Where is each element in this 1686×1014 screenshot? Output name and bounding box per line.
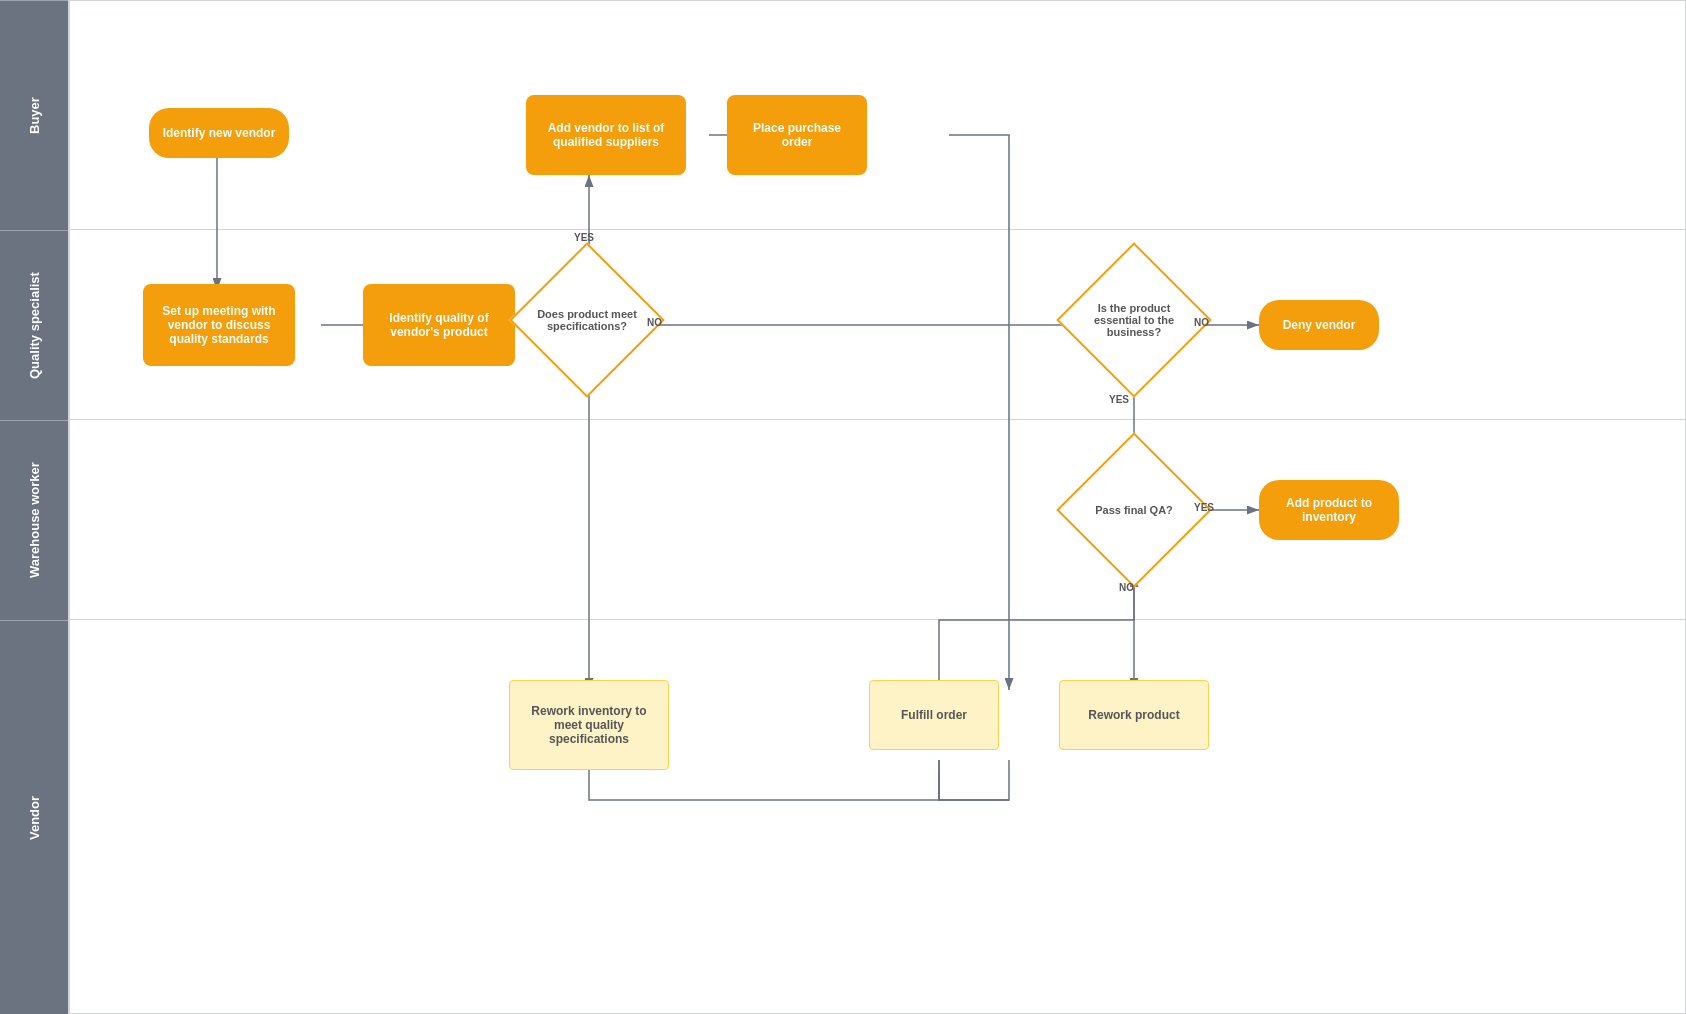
- lane-label-warehouse: Warehouse worker: [0, 420, 68, 620]
- no-label-2: NO: [1194, 317, 1209, 328]
- place-order-node: Place purchase order: [727, 95, 867, 175]
- swimlane-labels: Buyer Quality specialist Warehouse worke…: [0, 0, 68, 1014]
- yes-label-1: YES: [574, 232, 594, 243]
- lane-warehouse-row: [69, 420, 1686, 620]
- rework-inventory-node: Rework inventory to meet quality specifi…: [509, 680, 669, 770]
- diagram-area: Identify new vendor Add vendor to list o…: [68, 0, 1686, 1014]
- identify-quality-node: Identify quality of vendor's product: [363, 284, 515, 366]
- no-label-3: NO: [1119, 582, 1134, 593]
- add-vendor-node: Add vendor to list of qualified supplier…: [526, 95, 686, 175]
- add-inventory-node: Add product to inventory: [1259, 480, 1399, 540]
- deny-vendor-node: Deny vendor: [1259, 300, 1379, 350]
- yes-label-3: YES: [1194, 502, 1214, 513]
- setup-meeting-node: Set up meeting with vendor to discuss qu…: [143, 284, 295, 366]
- lane-label-vendor: Vendor: [0, 620, 68, 1014]
- lane-buyer-row: [69, 0, 1686, 230]
- lane-label-quality: Quality specialist: [0, 230, 68, 420]
- fulfill-order-node: Fulfill order: [869, 680, 999, 750]
- identify-vendor-node: Identify new vendor: [149, 108, 289, 158]
- diagram-container: Buyer Quality specialist Warehouse worke…: [0, 0, 1686, 1014]
- lane-quality-row: [69, 230, 1686, 420]
- lane-label-buyer: Buyer: [0, 0, 68, 230]
- no-label-1: NO: [647, 317, 662, 328]
- rework-product-node: Rework product: [1059, 680, 1209, 750]
- yes-label-2: YES: [1109, 394, 1129, 405]
